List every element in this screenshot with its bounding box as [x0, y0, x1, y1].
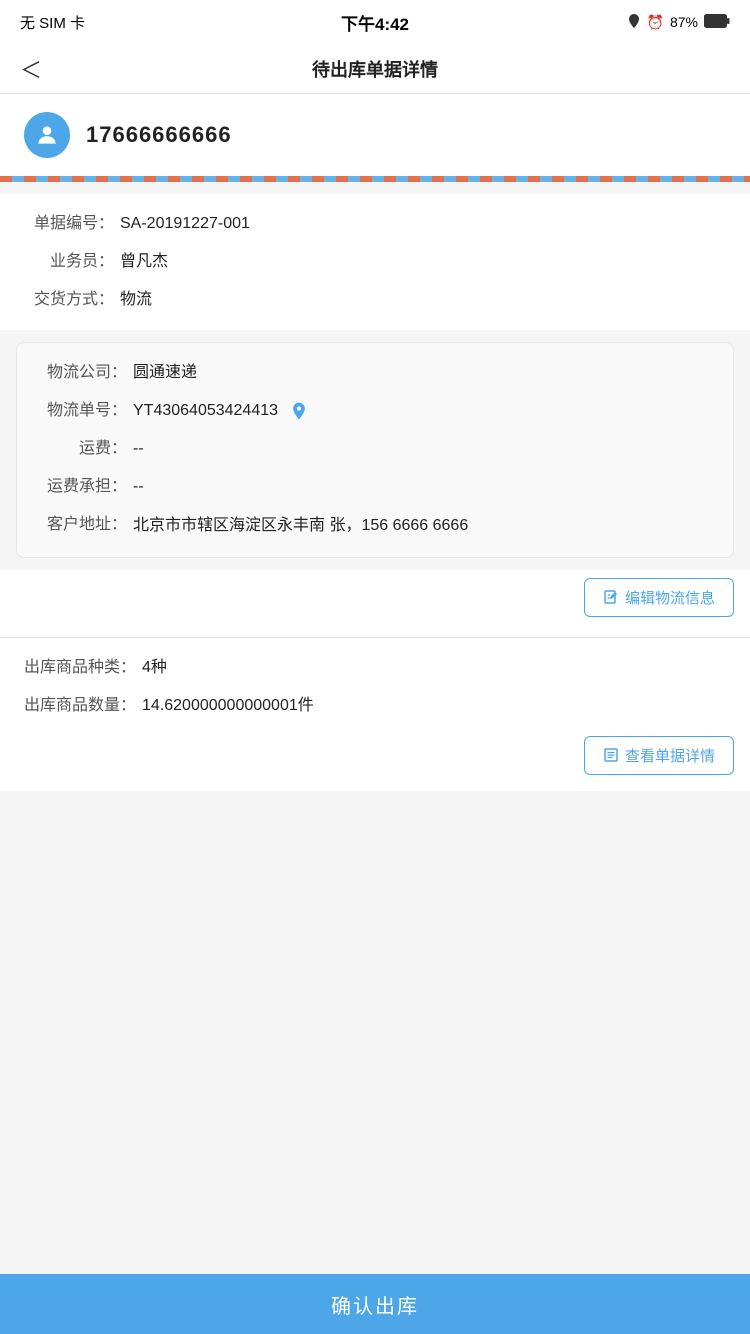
salesperson-row: 业务员： 曾凡杰: [24, 250, 726, 274]
tracking-location-icon[interactable]: [288, 400, 310, 422]
order-info-section: 单据编号： SA-20191227-001 业务员： 曾凡杰 交货方式： 物流: [0, 194, 750, 330]
delivery-method-value: 物流: [114, 288, 726, 312]
edit-btn-row: 编辑物流信息: [0, 570, 750, 633]
logistics-company-value: 圆通速递: [127, 361, 713, 385]
edit-icon: [603, 589, 619, 605]
customer-header: 17666666666: [0, 94, 750, 176]
logistics-company-row: 物流公司： 圆通速递: [37, 361, 713, 385]
category-label: 出库商品种类：: [24, 656, 136, 680]
page-title: 待出库单据详情: [312, 56, 438, 82]
freight-bearer-row: 运费承担： --: [37, 475, 713, 499]
tracking-number-row: 物流单号： YT43064053424413: [37, 399, 713, 423]
tracking-number-value: YT43064053424413: [127, 399, 713, 423]
location-status-icon: [627, 13, 641, 32]
dashed-separator: [0, 176, 750, 182]
customer-phone: 17666666666: [86, 122, 232, 148]
status-bar: 无 SIM 卡 下午4:42 ⏰ 87%: [0, 0, 750, 44]
battery-text: 87%: [670, 14, 698, 30]
view-btn-row: 查看单据详情: [0, 728, 750, 791]
category-value: 4种: [136, 656, 726, 680]
battery-icon: [704, 14, 730, 31]
quantity-label: 出库商品数量：: [24, 694, 136, 718]
status-time: 下午4:42: [341, 10, 409, 35]
salesperson-value: 曾凡杰: [114, 250, 726, 274]
quantity-value: 14.620000000000001件: [136, 694, 726, 718]
document-number-row: 单据编号： SA-20191227-001: [24, 212, 726, 236]
category-row: 出库商品种类： 4种: [24, 656, 726, 680]
address-label: 客户地址：: [37, 513, 127, 537]
status-right: ⏰ 87%: [627, 13, 730, 32]
document-number-value: SA-20191227-001: [114, 212, 726, 236]
bottom-spacer: [0, 791, 750, 951]
avatar: [24, 112, 70, 158]
nav-bar: ＜ 待出库单据详情: [0, 44, 750, 94]
address-value: 北京市市辖区海淀区永丰南 张，156 6666 6666: [127, 513, 713, 539]
status-left: 无 SIM 卡: [20, 12, 93, 33]
document-number-label: 单据编号：: [24, 212, 114, 236]
outbound-section: 出库商品种类： 4种 出库商品数量： 14.620000000000001件: [0, 638, 750, 728]
freight-bearer-value: --: [127, 475, 713, 499]
address-row: 客户地址： 北京市市辖区海淀区永丰南 张，156 6666 6666: [37, 513, 713, 539]
confirm-button[interactable]: 确认出库: [0, 1274, 750, 1334]
freight-value: --: [127, 437, 713, 461]
delivery-method-label: 交货方式：: [24, 288, 114, 312]
view-details-button[interactable]: 查看单据详情: [584, 736, 734, 775]
view-btn-container: 查看单据详情: [0, 728, 750, 791]
tracking-number-label: 物流单号：: [37, 399, 127, 423]
carrier-text: 无 SIM 卡: [20, 12, 85, 33]
freight-bearer-label: 运费承担：: [37, 475, 127, 499]
list-icon: [603, 747, 619, 763]
delivery-method-row: 交货方式： 物流: [24, 288, 726, 312]
confirm-button-label: 确认出库: [331, 1290, 419, 1319]
logistics-company-label: 物流公司：: [37, 361, 127, 385]
freight-row: 运费： --: [37, 437, 713, 461]
alarm-icon: ⏰: [647, 14, 664, 31]
logistics-card: 物流公司： 圆通速递 物流单号： YT43064053424413 运费： --…: [16, 342, 734, 558]
edit-btn-container: 编辑物流信息: [0, 570, 750, 637]
salesperson-label: 业务员：: [24, 250, 114, 274]
edit-logistics-button[interactable]: 编辑物流信息: [584, 578, 734, 617]
back-button[interactable]: ＜: [20, 49, 50, 89]
freight-label: 运费：: [37, 437, 127, 461]
quantity-row: 出库商品数量： 14.620000000000001件: [24, 694, 726, 718]
